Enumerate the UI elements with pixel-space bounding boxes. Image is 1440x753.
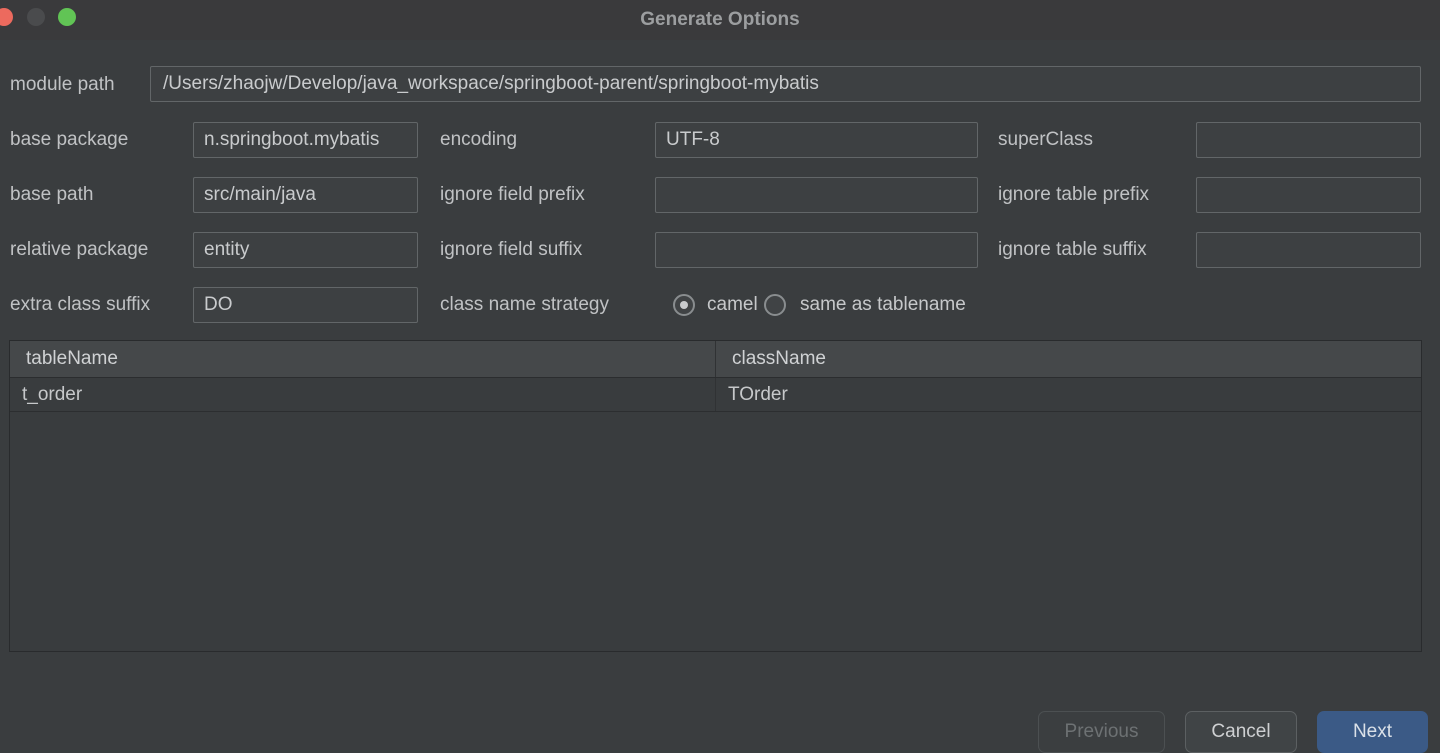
ignore-field-suffix-input[interactable]	[655, 232, 978, 268]
dialog-footer: Previous Cancel Next	[1038, 711, 1428, 753]
base-package-label: base package	[10, 129, 129, 150]
title-bar: Generate Options	[0, 0, 1440, 40]
radio-same-as-tablename[interactable]	[764, 294, 786, 316]
ignore-table-prefix-label: ignore table prefix	[998, 184, 1150, 205]
generate-options-dialog: Generate Options module path base packag…	[0, 0, 1440, 753]
base-package-input[interactable]	[193, 122, 418, 158]
ignore-table-suffix-input[interactable]	[1196, 232, 1421, 268]
base-path-label: base path	[10, 184, 94, 205]
table-header-row: tableName className	[10, 341, 1421, 378]
ignore-field-prefix-input[interactable]	[655, 177, 978, 213]
column-header-classname[interactable]: className	[716, 341, 1421, 377]
radio-same-as-tablename-label[interactable]: same as tablename	[800, 287, 966, 323]
previous-button[interactable]: Previous	[1038, 711, 1165, 753]
extra-class-suffix-label: extra class suffix	[10, 294, 151, 315]
next-button[interactable]: Next	[1317, 711, 1428, 753]
ignore-field-prefix-label: ignore field prefix	[440, 184, 585, 205]
relative-package-label: relative package	[10, 239, 149, 260]
ignore-table-suffix-label: ignore table suffix	[998, 239, 1147, 260]
superclass-label: superClass	[998, 129, 1094, 150]
ignore-field-suffix-label: ignore field suffix	[440, 239, 583, 260]
cancel-button[interactable]: Cancel	[1185, 711, 1297, 753]
cell-classname[interactable]: TOrder	[716, 378, 1421, 411]
encoding-input[interactable]	[655, 122, 978, 158]
module-path-label: module path	[10, 74, 115, 95]
extra-class-suffix-input[interactable]	[193, 287, 418, 323]
cell-tablename[interactable]: t_order	[10, 378, 716, 411]
superclass-input[interactable]	[1196, 122, 1421, 158]
encoding-label: encoding	[440, 129, 518, 150]
module-path-input[interactable]	[150, 66, 1421, 102]
radio-camel-label[interactable]: camel	[707, 287, 758, 323]
base-path-input[interactable]	[193, 177, 418, 213]
table-mapping: tableName className t_order TOrder	[9, 340, 1422, 652]
radio-camel[interactable]	[673, 294, 695, 316]
window-title: Generate Options	[640, 9, 800, 30]
ignore-table-prefix-input[interactable]	[1196, 177, 1421, 213]
column-header-tablename[interactable]: tableName	[10, 341, 716, 377]
table-row[interactable]: t_order TOrder	[10, 378, 1421, 412]
class-name-strategy-label: class name strategy	[440, 294, 609, 315]
relative-package-input[interactable]	[193, 232, 418, 268]
